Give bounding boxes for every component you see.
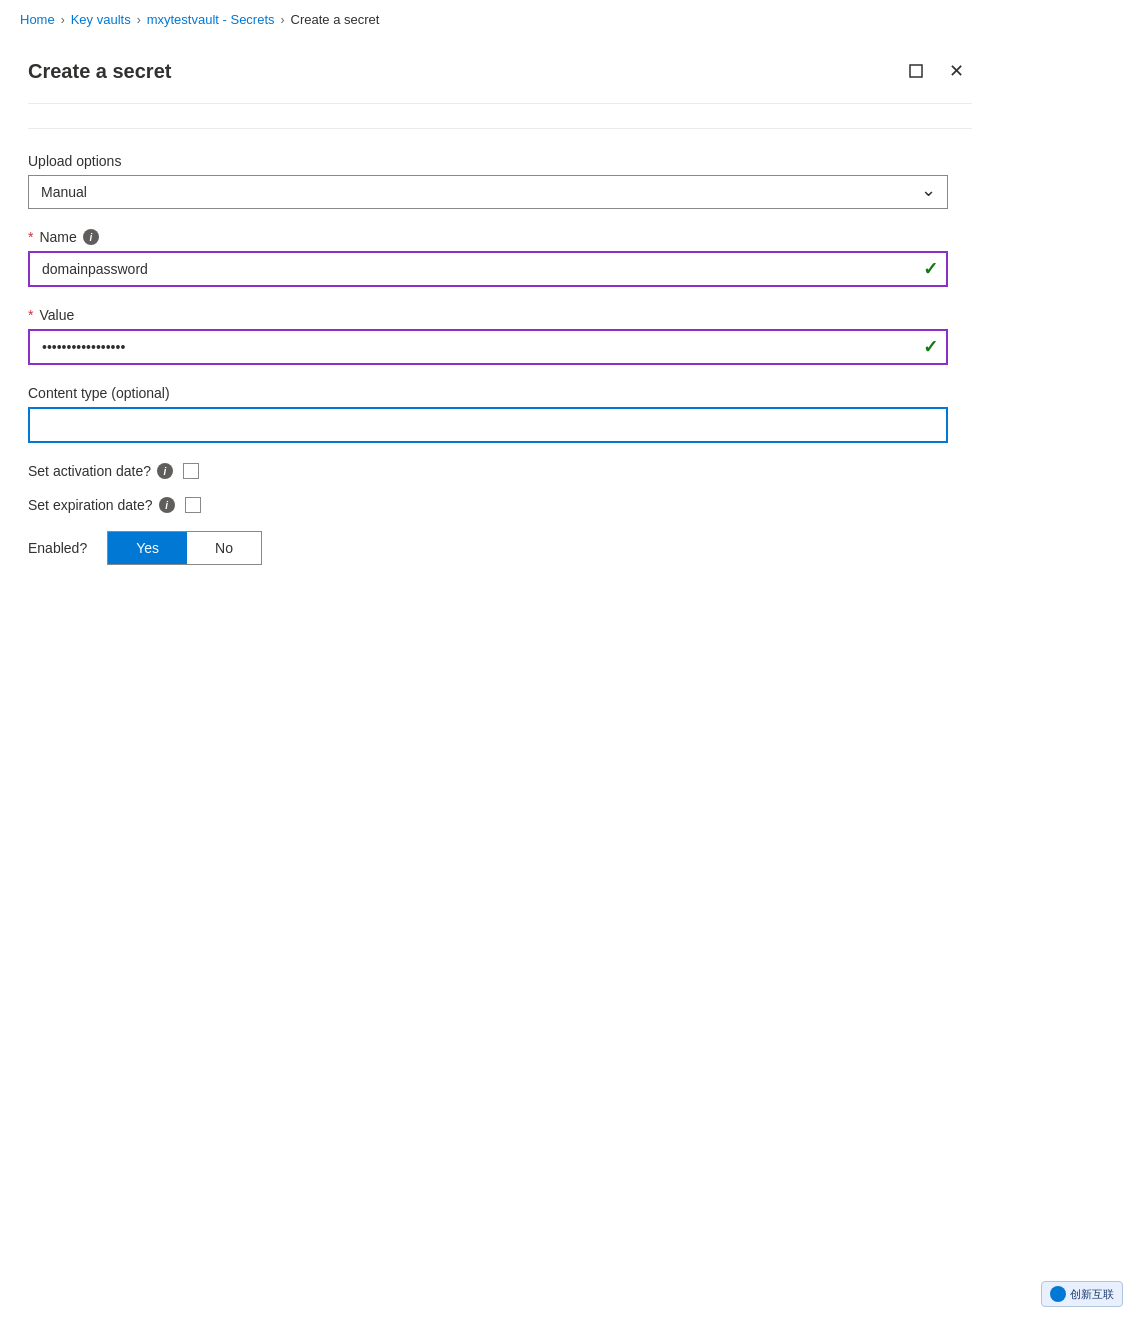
breadcrumb-secrets[interactable]: mxytestvault - Secrets <box>147 12 275 27</box>
name-required-star: * <box>28 229 33 245</box>
enabled-yes-button[interactable]: Yes <box>108 532 187 564</box>
value-input-wrapper: ✓ <box>28 329 948 365</box>
enabled-label: Enabled? <box>28 540 87 556</box>
expiration-date-label: Set expiration date? i <box>28 497 175 513</box>
watermark: 创新互联 <box>1041 1281 1123 1307</box>
panel-title: Create a secret <box>28 60 171 83</box>
name-input[interactable] <box>28 251 948 287</box>
name-input-wrapper: ✓ <box>28 251 948 287</box>
activation-date-label: Set activation date? i <box>28 463 173 479</box>
watermark-logo-icon <box>1050 1286 1066 1302</box>
minimize-icon <box>908 63 924 79</box>
activation-info-icon[interactable]: i <box>157 463 173 479</box>
upload-options-wrapper: Manual Certificate Import <box>28 175 948 209</box>
close-icon: ✕ <box>949 60 964 82</box>
close-button[interactable]: ✕ <box>940 55 972 87</box>
breadcrumb-keyvaults[interactable]: Key vaults <box>71 12 131 27</box>
panel-header: Create a secret ✕ <box>28 39 972 104</box>
breadcrumb-current: Create a secret <box>291 12 380 27</box>
enabled-no-button[interactable]: No <box>187 532 261 564</box>
content-type-input[interactable] <box>28 407 948 443</box>
panel-actions: ✕ <box>900 55 972 87</box>
expiration-date-checkbox[interactable] <box>185 497 201 513</box>
content-type-section: Content type (optional) <box>28 385 972 443</box>
activation-date-checkbox[interactable] <box>183 463 199 479</box>
name-check-icon: ✓ <box>923 258 938 280</box>
value-input[interactable] <box>28 329 948 365</box>
divider <box>28 128 972 129</box>
minimize-button[interactable] <box>900 55 932 87</box>
name-label: * Name i <box>28 229 972 245</box>
activation-date-row: Set activation date? i <box>28 463 972 479</box>
enabled-row: Enabled? Yes No <box>28 531 972 565</box>
breadcrumb-sep-1: › <box>61 13 65 27</box>
value-required-star: * <box>28 307 33 323</box>
upload-options-label: Upload options <box>28 153 972 169</box>
enabled-toggle-group: Yes No <box>107 531 262 565</box>
svg-rect-0 <box>910 65 922 77</box>
breadcrumb-sep-3: › <box>281 13 285 27</box>
upload-options-select[interactable]: Manual Certificate Import <box>28 175 948 209</box>
name-info-icon[interactable]: i <box>83 229 99 245</box>
breadcrumb: Home › Key vaults › mxytestvault - Secre… <box>0 0 1139 39</box>
create-secret-panel: Create a secret ✕ Upload options Manual … <box>0 39 1000 611</box>
watermark-text: 创新互联 <box>1070 1287 1114 1302</box>
content-type-label: Content type (optional) <box>28 385 972 401</box>
value-check-icon: ✓ <box>923 336 938 358</box>
expiration-info-icon[interactable]: i <box>159 497 175 513</box>
name-section: * Name i ✓ <box>28 229 972 287</box>
breadcrumb-sep-2: › <box>137 13 141 27</box>
upload-options-section: Upload options Manual Certificate Import <box>28 153 972 209</box>
breadcrumb-home[interactable]: Home <box>20 12 55 27</box>
content-type-wrapper <box>28 407 948 443</box>
expiration-date-row: Set expiration date? i <box>28 497 972 513</box>
value-section: * Value ✓ <box>28 307 972 365</box>
value-label: * Value <box>28 307 972 323</box>
